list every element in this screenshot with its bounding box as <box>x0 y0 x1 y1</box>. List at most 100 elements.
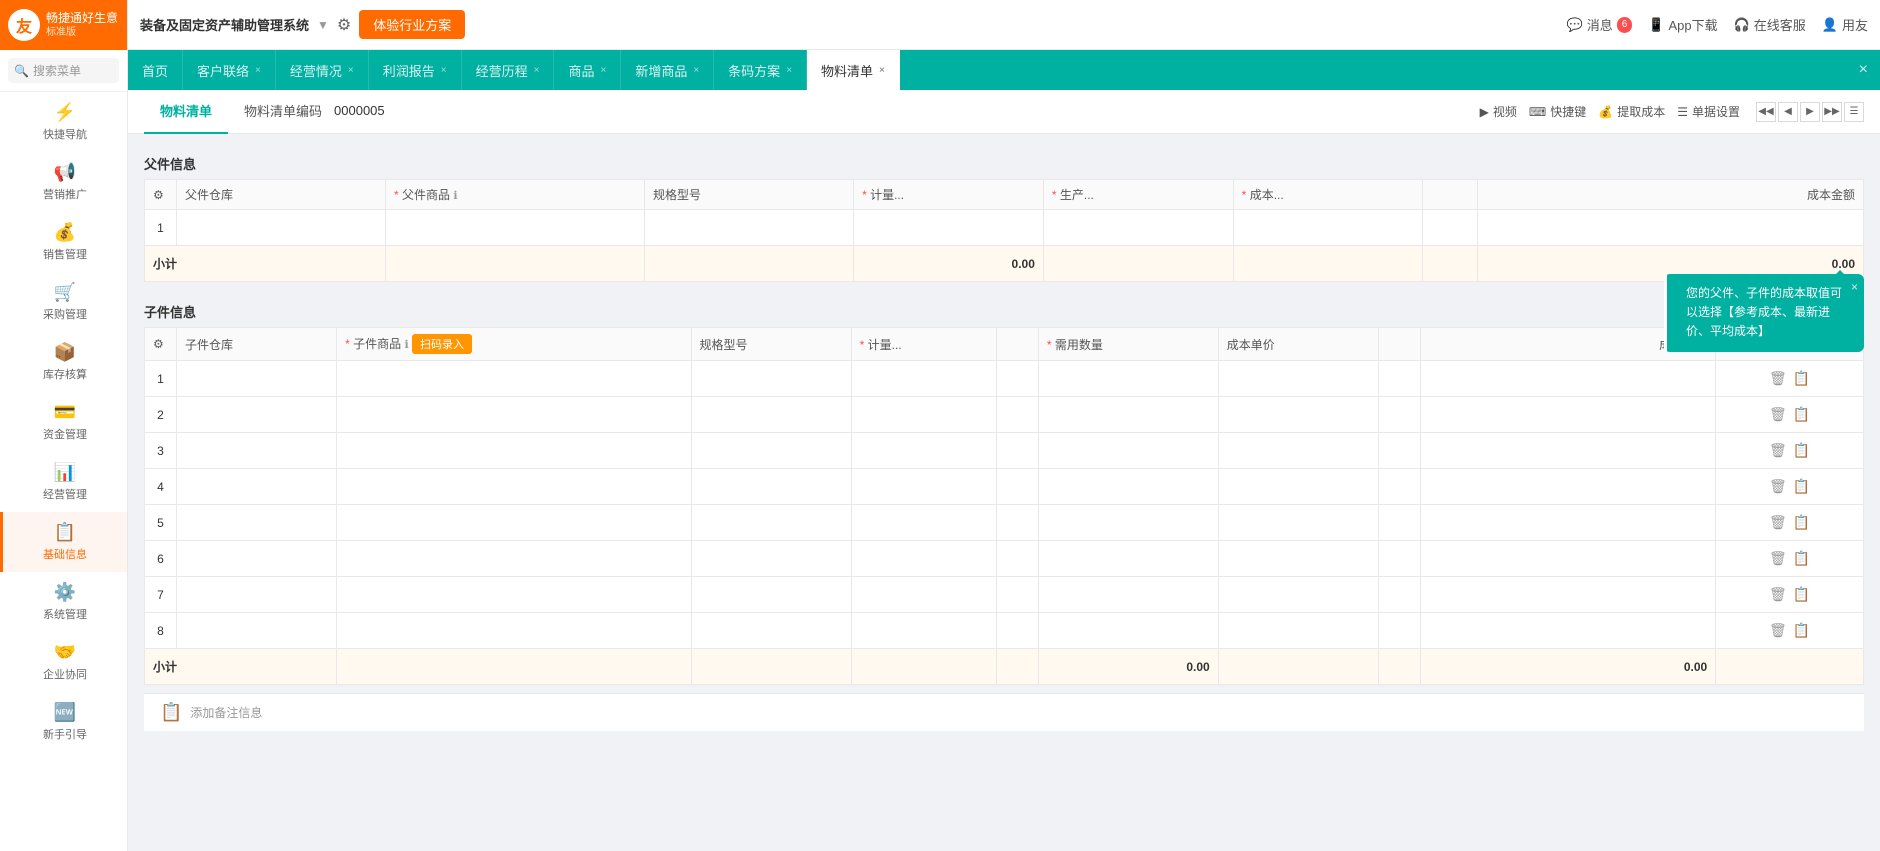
child-quantity-cell[interactable] <box>1038 469 1218 505</box>
tab-close-operations-status[interactable]: × <box>348 65 354 76</box>
child-unit-cell[interactable] <box>851 577 996 613</box>
tab-history[interactable]: 经营历程 × <box>462 50 555 90</box>
child-spec-cell[interactable] <box>691 361 851 397</box>
sidebar-item-sales[interactable]: 💰 销售管理 <box>0 212 127 272</box>
parent-cost-cell[interactable] <box>1233 210 1423 246</box>
child-unit-cost-cell[interactable] <box>1218 397 1378 433</box>
sidebar-item-quick-nav[interactable]: ⚡ 快捷导航 <box>0 92 127 152</box>
child-quantity-cell[interactable] <box>1038 433 1218 469</box>
child-spec-cell[interactable] <box>691 433 851 469</box>
sub-tab-bom-list[interactable]: 物料清单 <box>144 90 228 134</box>
child-spec-cell[interactable] <box>691 613 851 649</box>
delete-icon[interactable]: 🗑 <box>1769 478 1787 495</box>
message-button[interactable]: 💬 消息 6 <box>1567 15 1633 34</box>
tooltip-close-button[interactable]: × <box>1851 278 1858 297</box>
sidebar-item-marketing[interactable]: 📢 营销推广 <box>0 152 127 212</box>
child-spec-cell[interactable] <box>691 577 851 613</box>
child-unit-cell[interactable] <box>851 469 996 505</box>
cost-extract-button[interactable]: 💰 提取成本 <box>1598 103 1665 120</box>
tab-close-barcode[interactable]: × <box>786 65 792 76</box>
child-col-settings[interactable]: ⚙ <box>145 328 177 361</box>
child-warehouse-cell[interactable] <box>177 469 337 505</box>
child-spec-cell[interactable] <box>691 541 851 577</box>
child-goods-cell[interactable] <box>337 613 691 649</box>
child-spec-cell[interactable] <box>691 397 851 433</box>
tab-barcode[interactable]: 条码方案 × <box>714 50 807 90</box>
child-goods-cell[interactable] <box>337 469 691 505</box>
delete-icon[interactable]: 🗑 <box>1769 406 1787 423</box>
parent-warehouse-cell[interactable] <box>177 210 386 246</box>
close-all-tabs-button[interactable]: × <box>1847 61 1880 79</box>
child-quantity-cell[interactable] <box>1038 577 1218 613</box>
child-quantity-cell[interactable] <box>1038 613 1218 649</box>
child-quantity-cell[interactable] <box>1038 541 1218 577</box>
child-unit-cell[interactable] <box>851 505 996 541</box>
child-warehouse-cell[interactable] <box>177 505 337 541</box>
child-warehouse-cell[interactable] <box>177 541 337 577</box>
child-unit-cost-cell[interactable] <box>1218 361 1378 397</box>
child-unit-cost-cell[interactable] <box>1218 577 1378 613</box>
trial-button[interactable]: 体验行业方案 <box>359 10 465 39</box>
tab-close-new-goods[interactable]: × <box>693 65 699 76</box>
child-warehouse-cell[interactable] <box>177 613 337 649</box>
child-quantity-cell[interactable] <box>1038 505 1218 541</box>
sidebar-item-inventory[interactable]: 📦 库存核算 <box>0 332 127 392</box>
user-menu[interactable]: 👤 用友 <box>1822 15 1868 34</box>
shortcut-button[interactable]: ⌨ 快捷键 <box>1529 103 1586 120</box>
delete-icon[interactable]: 🗑 <box>1769 442 1787 459</box>
scan-input-button[interactable]: 扫码录入 <box>412 334 472 354</box>
child-goods-cell[interactable] <box>337 505 691 541</box>
child-quantity-cell[interactable] <box>1038 397 1218 433</box>
sidebar-item-enterprise[interactable]: 🤝 企业协同 <box>0 632 127 692</box>
copy-icon[interactable]: 📋 <box>1793 586 1810 603</box>
parent-production-cell[interactable] <box>1043 210 1233 246</box>
parent-spec-cell[interactable] <box>645 210 854 246</box>
delete-icon[interactable]: 🗑 <box>1769 370 1787 387</box>
copy-icon[interactable]: 📋 <box>1793 478 1810 495</box>
delete-icon[interactable]: 🗑 <box>1769 514 1787 531</box>
online-service-button[interactable]: 🎧 在线客服 <box>1734 15 1806 34</box>
document-settings-button[interactable]: ☰ 单据设置 <box>1677 103 1740 120</box>
delete-icon[interactable]: 🗑 <box>1769 586 1787 603</box>
sidebar-item-basic-info[interactable]: 📋 基础信息 <box>0 512 127 572</box>
tab-home[interactable]: 首页 <box>128 50 183 90</box>
tab-close-customer[interactable]: × <box>255 65 261 76</box>
child-goods-cell[interactable] <box>337 361 691 397</box>
nav-prev-button[interactable]: ◀ <box>1778 102 1798 122</box>
copy-icon[interactable]: 📋 <box>1793 550 1810 567</box>
nav-last-button[interactable]: ▶▶ <box>1822 102 1842 122</box>
nav-first-button[interactable]: ◀◀ <box>1756 102 1776 122</box>
copy-icon[interactable]: 📋 <box>1793 622 1810 639</box>
tab-new-goods[interactable]: 新增商品 × <box>621 50 714 90</box>
sidebar-item-system[interactable]: ⚙️ 系统管理 <box>0 572 127 632</box>
child-unit-cost-cell[interactable] <box>1218 541 1378 577</box>
child-goods-cell[interactable] <box>337 433 691 469</box>
sidebar-item-operations[interactable]: 📊 经营管理 <box>0 452 127 512</box>
child-unit-cell[interactable] <box>851 397 996 433</box>
delete-icon[interactable]: 🗑 <box>1769 622 1787 639</box>
child-unit-cell[interactable] <box>851 361 996 397</box>
sidebar-item-guide[interactable]: 🆕 新手引导 <box>0 692 127 752</box>
child-warehouse-cell[interactable] <box>177 577 337 613</box>
nav-next-button[interactable]: ▶ <box>1800 102 1820 122</box>
child-goods-cell[interactable] <box>337 541 691 577</box>
copy-icon[interactable]: 📋 <box>1793 442 1810 459</box>
child-spec-cell[interactable] <box>691 505 851 541</box>
child-unit-cost-cell[interactable] <box>1218 469 1378 505</box>
app-download-button[interactable]: 📱 App下载 <box>1648 15 1717 34</box>
sidebar-item-purchase[interactable]: 🛒 采购管理 <box>0 272 127 332</box>
child-spec-cell[interactable] <box>691 469 851 505</box>
tab-profit[interactable]: 利润报告 × <box>369 50 462 90</box>
sidebar-item-finance[interactable]: 💳 资金管理 <box>0 392 127 452</box>
child-goods-cell[interactable] <box>337 397 691 433</box>
parent-goods-cell[interactable] <box>386 210 645 246</box>
child-quantity-cell[interactable] <box>1038 361 1218 397</box>
search-input[interactable]: 🔍 搜索菜单 <box>8 58 119 83</box>
tab-operations-status[interactable]: 经营情况 × <box>276 50 369 90</box>
tab-close-history[interactable]: × <box>534 65 540 76</box>
child-unit-cell[interactable] <box>851 541 996 577</box>
nav-list-view-button[interactable]: ☰ <box>1844 102 1864 122</box>
delete-icon[interactable]: 🗑 <box>1769 550 1787 567</box>
child-warehouse-cell[interactable] <box>177 397 337 433</box>
child-goods-cell[interactable] <box>337 577 691 613</box>
